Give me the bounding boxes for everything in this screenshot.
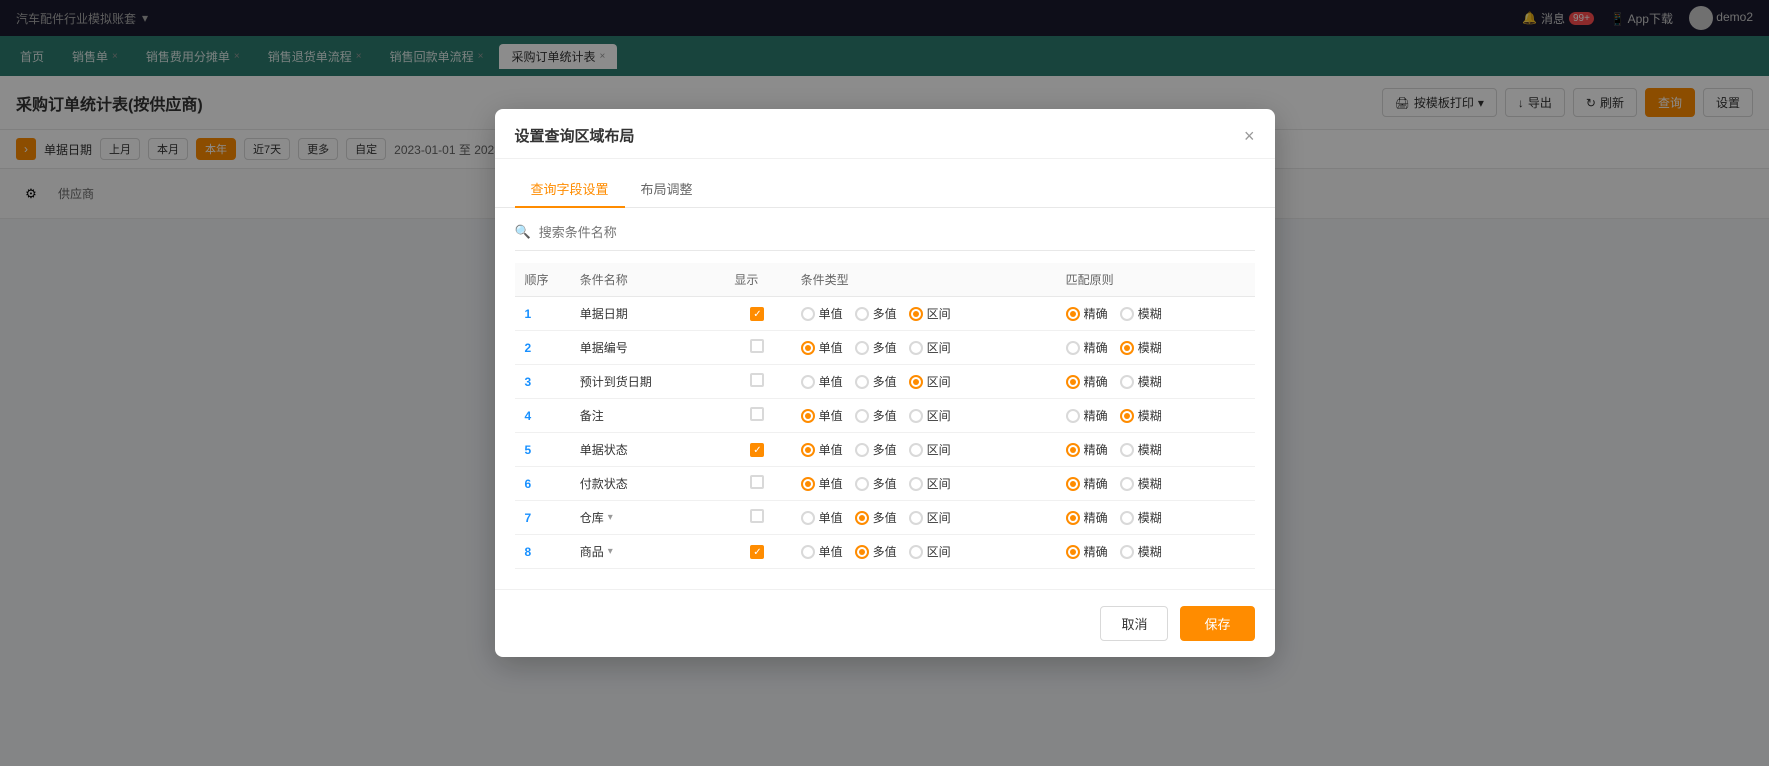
save-button[interactable]: 保存 [1180, 606, 1254, 641]
row-rule: 精确模糊 [1056, 365, 1255, 399]
row-name: 商品 ▾ [570, 535, 725, 569]
row-name: 付款状态 [570, 467, 725, 501]
row-type: 单值多值区间 [791, 399, 1056, 433]
row-name: 属性 ▾ [570, 569, 725, 574]
row-type: 单值多值区间 [791, 331, 1056, 365]
th-type: 条件类型 [791, 263, 1056, 297]
table-row: 5单据状态 单值多值区间精确模糊 [515, 433, 1255, 467]
table-row: 3预计到货日期 单值多值区间精确模糊 [515, 365, 1255, 399]
row-rule: 精确模糊 [1056, 535, 1255, 569]
row-order: 1 [515, 297, 570, 331]
modal-close-button[interactable]: × [1244, 127, 1255, 145]
table-row: 9属性 ▾ 单值多值区间精确模糊 [515, 569, 1255, 574]
settings-modal: 设置查询区域布局 × 查询字段设置 布局调整 🔍 顺序 条件名称 [495, 109, 1275, 657]
row-type: 单值多值区间 [791, 365, 1056, 399]
modal-body: 🔍 顺序 条件名称 显示 条件类型 匹配原则 [495, 208, 1275, 589]
modal-tab-layout[interactable]: 布局调整 [625, 171, 709, 208]
row-display[interactable] [724, 535, 790, 569]
modal-header: 设置查询区域布局 × [495, 109, 1275, 159]
th-rule: 匹配原则 [1056, 263, 1255, 297]
row-order: 7 [515, 501, 570, 535]
row-order: 9 [515, 569, 570, 574]
row-rule: 精确模糊 [1056, 501, 1255, 535]
modal-title: 设置查询区域布局 [515, 125, 635, 146]
table-row: 7仓库 ▾ 单值多值区间精确模糊 [515, 501, 1255, 535]
th-name: 条件名称 [570, 263, 725, 297]
row-display[interactable] [724, 467, 790, 501]
row-rule: 精确模糊 [1056, 331, 1255, 365]
settings-table-scroll: 顺序 条件名称 显示 条件类型 匹配原则 1单据日期单值多值区间精确模糊2单据编… [515, 263, 1255, 573]
row-rule: 精确模糊 [1056, 297, 1255, 331]
modal-tab-query[interactable]: 查询字段设置 [515, 171, 625, 208]
row-order: 8 [515, 535, 570, 569]
row-name: 单据编号 [570, 331, 725, 365]
row-order: 6 [515, 467, 570, 501]
row-display[interactable] [724, 501, 790, 535]
modal-overlay: 设置查询区域布局 × 查询字段设置 布局调整 🔍 顺序 条件名称 [0, 0, 1769, 766]
table-row: 8商品 ▾ 单值多值区间精确模糊 [515, 535, 1255, 569]
row-name: 单据状态 [570, 433, 725, 467]
row-type: 单值多值区间 [791, 467, 1056, 501]
row-display[interactable] [724, 433, 790, 467]
row-type: 单值多值区间 [791, 433, 1056, 467]
row-rule: 精确模糊 [1056, 433, 1255, 467]
row-order: 4 [515, 399, 570, 433]
row-display[interactable] [724, 365, 790, 399]
modal-tabs: 查询字段设置 布局调整 [495, 159, 1275, 208]
search-icon: 🔍 [515, 224, 531, 240]
th-display: 显示 [724, 263, 790, 297]
row-display[interactable] [724, 331, 790, 365]
row-type: 单值多值区间 [791, 535, 1056, 569]
row-display[interactable] [724, 399, 790, 433]
cancel-button[interactable]: 取消 [1100, 606, 1168, 641]
row-name: 单据日期 [570, 297, 725, 331]
modal-footer: 取消 保存 [495, 589, 1275, 657]
row-type: 单值多值区间 [791, 569, 1056, 574]
row-rule: 精确模糊 [1056, 569, 1255, 574]
search-bar: 🔍 [515, 224, 1255, 251]
row-rule: 精确模糊 [1056, 399, 1255, 433]
table-row: 4备注 单值多值区间精确模糊 [515, 399, 1255, 433]
th-order: 顺序 [515, 263, 570, 297]
row-name: 预计到货日期 [570, 365, 725, 399]
row-order: 5 [515, 433, 570, 467]
row-rule: 精确模糊 [1056, 467, 1255, 501]
row-name: 仓库 ▾ [570, 501, 725, 535]
row-order: 2 [515, 331, 570, 365]
row-order: 3 [515, 365, 570, 399]
table-row: 6付款状态 单值多值区间精确模糊 [515, 467, 1255, 501]
row-type: 单值多值区间 [791, 297, 1056, 331]
settings-table: 顺序 条件名称 显示 条件类型 匹配原则 1单据日期单值多值区间精确模糊2单据编… [515, 263, 1255, 573]
table-row: 2单据编号 单值多值区间精确模糊 [515, 331, 1255, 365]
row-type: 单值多值区间 [791, 501, 1056, 535]
row-name: 备注 [570, 399, 725, 433]
table-row: 1单据日期 单值多值区间精确模糊 [515, 297, 1255, 331]
row-display[interactable] [724, 297, 790, 331]
row-display[interactable] [724, 569, 790, 574]
search-input[interactable] [539, 225, 1255, 240]
